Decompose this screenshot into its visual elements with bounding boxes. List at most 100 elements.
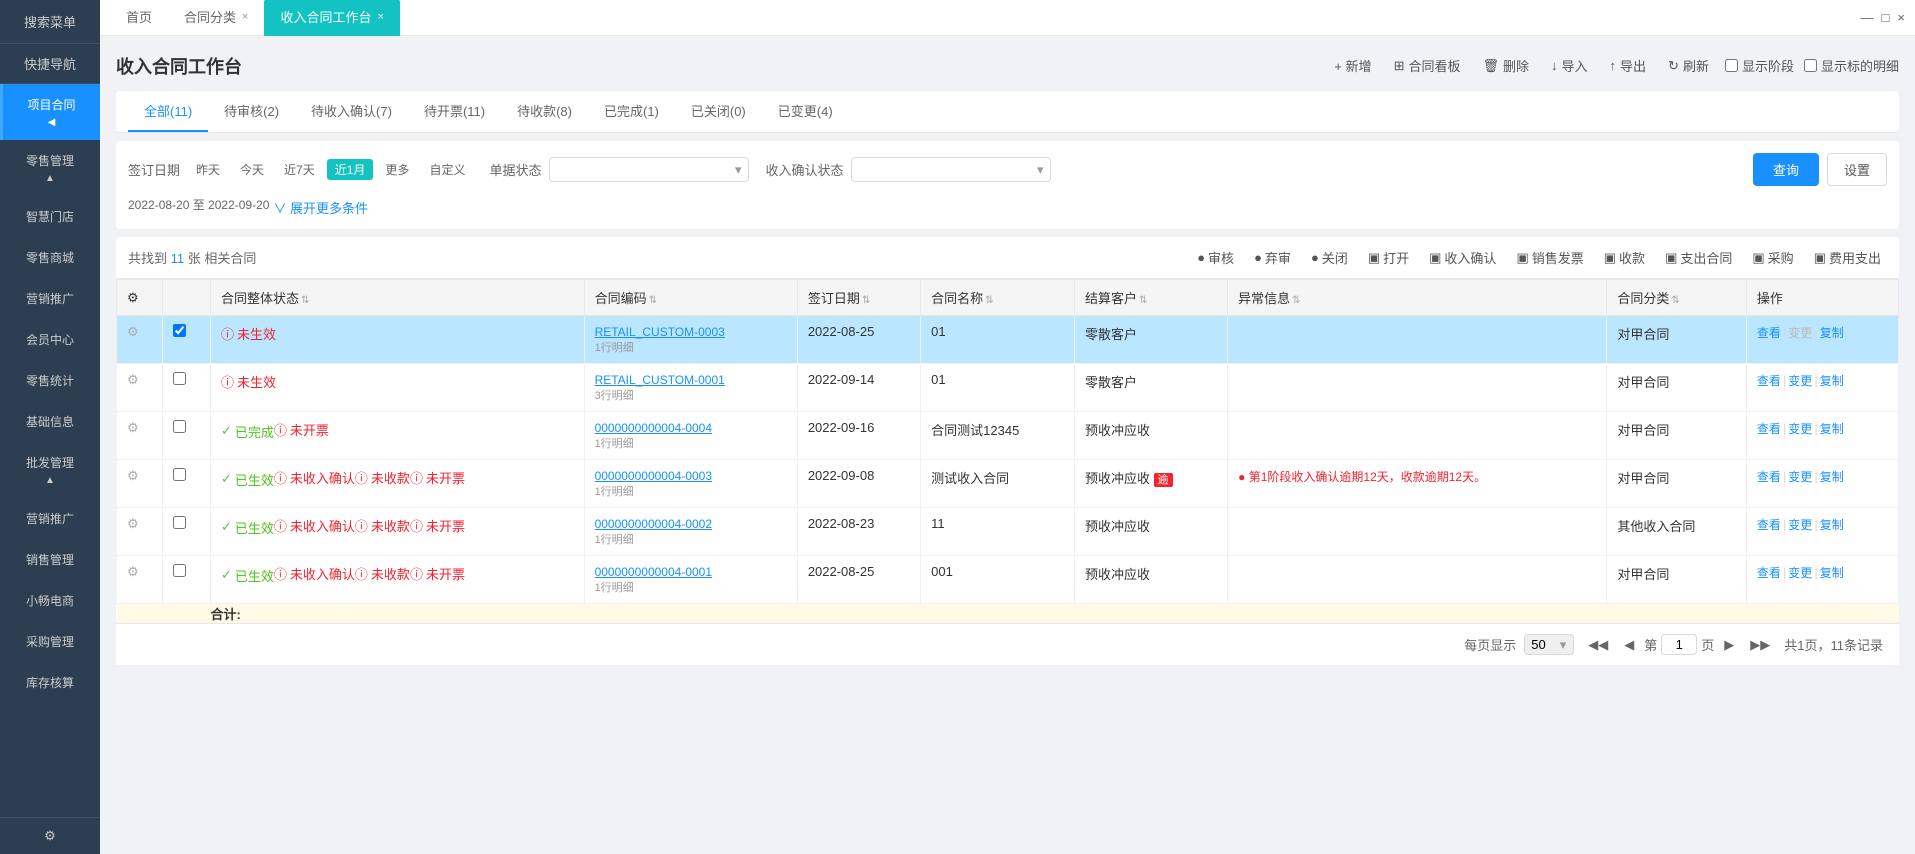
row-contract-code[interactable]: RETAIL_CUSTOM-00013行明细 [584,364,797,412]
sidebar-quicknav[interactable]: 快捷导航 [0,44,100,84]
date-shortcut-last7[interactable]: 近7天 [276,159,323,180]
row-settings-icon[interactable]: ⚙ [117,364,163,412]
sidebar-item-project[interactable]: 项目合同◀ [0,84,100,140]
sidebar-item-marketing[interactable]: 营销推广 [0,278,100,319]
row-checkbox-6[interactable] [173,564,186,577]
row-action-查看[interactable]: 查看 [1757,470,1781,484]
page-input[interactable] [1661,634,1697,655]
row-checkbox-5[interactable] [173,516,186,529]
col-header-contract_name[interactable]: 合同名称⇅ [921,280,1075,316]
row-action-复制[interactable]: 复制 [1820,422,1844,436]
page-size-select[interactable]: 2050100 [1524,634,1574,655]
first-page-btn[interactable]: ◀◀ [1582,635,1614,655]
filter-tab-pending_invoice[interactable]: 待开票(11) [408,91,501,132]
confirm-status-select[interactable] [851,157,1051,182]
sidebar-item-wholesale[interactable]: 批发管理▲ [0,442,100,498]
row-action-复制[interactable]: 复制 [1820,326,1844,340]
action-btn-invoice[interactable]: ▣销售发票 [1510,245,1589,270]
date-shortcut-custom[interactable]: 自定义 [421,159,473,180]
date-shortcut-yesterday[interactable]: 昨天 [188,159,228,180]
row-checkbox-cell[interactable] [163,316,211,364]
row-contract-code[interactable]: 0000000000004-00021行明细 [584,508,797,556]
action-btn-close[interactable]: ●关闭 [1305,245,1354,270]
tab-close-income-workbench[interactable]: × [377,11,383,23]
query-button[interactable]: 查询 [1753,153,1819,186]
row-checkbox-4[interactable] [173,468,186,481]
filter-tab-all[interactable]: 全部(11) [128,91,208,132]
tab-contract-cat[interactable]: 合同分类× [168,0,264,36]
show-details-checkbox[interactable]: 显示标的明细 [1804,56,1899,75]
date-shortcut-last1m[interactable]: 近1月 [327,159,374,180]
window-minimize-icon[interactable]: — [1861,10,1874,25]
action-btn-payout[interactable]: ▣支出合同 [1659,245,1738,270]
row-action-变更[interactable]: 变更 [1788,566,1812,580]
row-action-查看[interactable]: 查看 [1757,326,1781,340]
row-checkbox-cell[interactable] [163,556,211,604]
sidebar-item-sales-mgmt[interactable]: 销售管理 [0,539,100,580]
prev-page-btn[interactable]: ◀ [1618,635,1640,655]
row-action-变更[interactable]: 变更 [1788,422,1812,436]
action-btn-review[interactable]: ●审核 [1191,245,1240,270]
date-shortcut-today[interactable]: 今天 [232,159,272,180]
row-checkbox-cell[interactable] [163,508,211,556]
row-settings-icon[interactable]: ⚙ [117,556,163,604]
sidebar-item-retail-mall[interactable]: 零售商城 [0,237,100,278]
action-btn-purchase[interactable]: ▣采购 [1746,245,1799,270]
action-btn-collect[interactable]: ▣收款 [1598,245,1651,270]
row-checkbox-1[interactable] [173,324,186,337]
row-settings-icon[interactable]: ⚙ [117,412,163,460]
row-checkbox-3[interactable] [173,420,186,433]
show-stages-checkbox[interactable]: 显示阶段 [1725,56,1794,75]
row-action-查看[interactable]: 查看 [1757,518,1781,532]
col-header-sign_date[interactable]: 签订日期⇅ [797,280,920,316]
row-contract-code[interactable]: 0000000000004-00031行明细 [584,460,797,508]
tab-close-contract-cat[interactable]: × [242,11,248,23]
row-action-复制[interactable]: 复制 [1820,518,1844,532]
row-contract-code[interactable]: 0000000000004-00011行明细 [584,556,797,604]
filter-tab-closed[interactable]: 已关闭(0) [675,91,762,132]
row-action-复制[interactable]: 复制 [1820,566,1844,580]
sidebar-settings-icon[interactable]: ⚙ [0,817,100,854]
toolbar-import-btn[interactable]: ↓ 导入 [1545,52,1594,79]
col-header-contract_type[interactable]: 合同分类⇅ [1607,280,1747,316]
window-maximize-icon[interactable]: □ [1882,10,1890,25]
sidebar-search[interactable]: 搜索菜单 [0,0,100,44]
row-checkbox-cell[interactable] [163,412,211,460]
filter-tab-changed[interactable]: 已变更(4) [762,91,849,132]
sidebar-item-mkt-promo[interactable]: 营销推广 [0,498,100,539]
sidebar-item-ecommerce[interactable]: 小畅电商 [0,580,100,621]
tab-income-workbench[interactable]: 收入合同工作台× [264,0,399,36]
row-action-变更[interactable]: 变更 [1788,470,1812,484]
sidebar-item-purchase[interactable]: 采购管理 [0,621,100,662]
next-page-btn[interactable]: ▶ [1718,635,1740,655]
settings-button[interactable]: 设置 [1827,153,1887,186]
sidebar-item-basic-info[interactable]: 基础信息 [0,401,100,442]
window-close-icon[interactable]: × [1897,10,1905,25]
row-action-变更[interactable]: 变更 [1788,374,1812,388]
date-shortcut-more[interactable]: 更多 [377,159,417,180]
toolbar-export-btn[interactable]: ↑ 导出 [1604,52,1653,79]
sidebar-item-smart-store[interactable]: 智慧门店 [0,196,100,237]
expand-more-btn[interactable]: ∨ 展开更多条件 [273,198,368,217]
toolbar-refresh-btn[interactable]: ↻ 刷新 [1662,52,1715,79]
row-action-查看[interactable]: 查看 [1757,566,1781,580]
row-action-变更[interactable]: 变更 [1788,518,1812,532]
col-header-billing_customer[interactable]: 结算客户⇅ [1075,280,1228,316]
action-btn-print[interactable]: ▣打开 [1362,245,1415,270]
filter-tab-pending_confirm[interactable]: 待收入确认(7) [295,91,408,132]
row-contract-code[interactable]: RETAIL_CUSTOM-00031行明细 [584,316,797,364]
row-action-复制[interactable]: 复制 [1820,374,1844,388]
row-action-复制[interactable]: 复制 [1820,470,1844,484]
col-header-overall_status[interactable]: 合同整体状态⇅ [210,280,584,316]
row-action-查看[interactable]: 查看 [1757,422,1781,436]
sidebar-item-inventory[interactable]: 库存核算 [0,662,100,703]
row-checkbox-cell[interactable] [163,364,211,412]
last-page-btn[interactable]: ▶▶ [1744,635,1776,655]
row-settings-icon[interactable]: ⚙ [117,508,163,556]
sidebar-item-retail-mgmt[interactable]: 零售管理▲ [0,140,100,196]
filter-tab-pending_collect[interactable]: 待收款(8) [501,91,588,132]
col-header-contract_code[interactable]: 合同编码⇅ [584,280,797,316]
row-settings-icon[interactable]: ⚙ [117,316,163,364]
sidebar-item-retail-stats[interactable]: 零售统计 [0,360,100,401]
doc-status-select[interactable] [549,157,749,182]
